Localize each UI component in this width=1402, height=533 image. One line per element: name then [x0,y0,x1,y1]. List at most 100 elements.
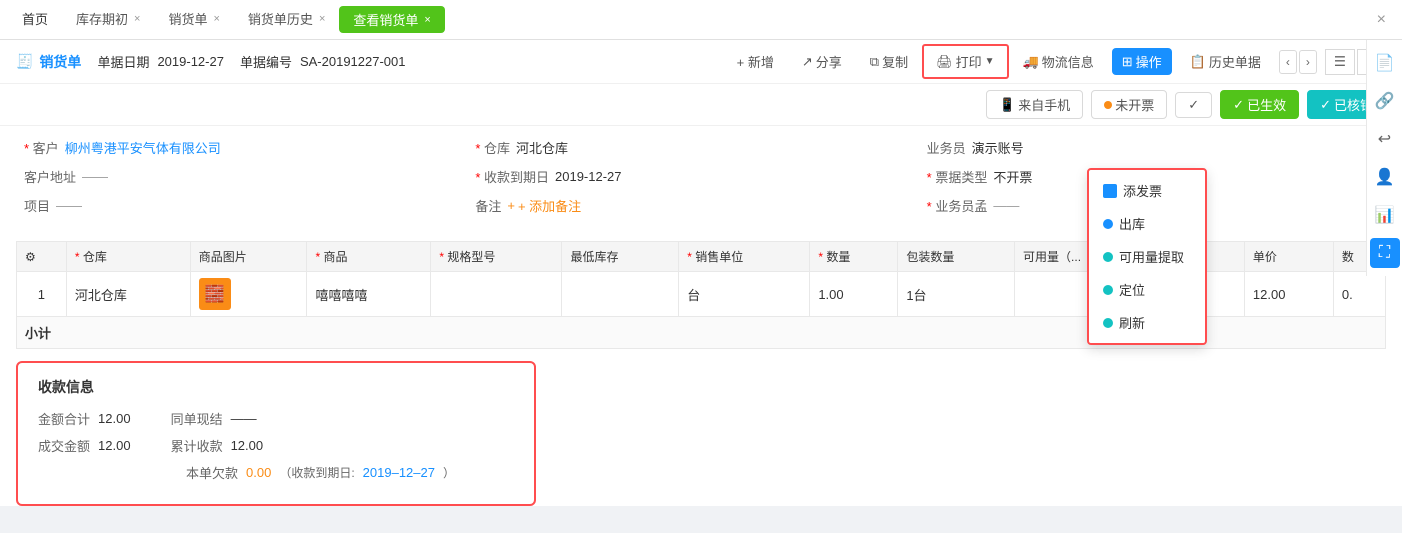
new-button[interactable]: + 新增 [727,48,784,75]
project-label: 项目 [24,196,50,215]
copy-label: 复制 [882,52,908,71]
tab-sales-order-close[interactable]: × [213,13,219,25]
payment-row-2: 成交金额 12.00 累计收款 12.00 [38,436,514,455]
address-value: —— [82,169,108,184]
dropdown-item-add-invoice[interactable]: 添发票 [1089,174,1205,207]
row-product-img: 🧱 [190,272,307,317]
customer-label: 客户 [24,138,59,157]
payment-section: 收款信息 金额合计 12.00 同单现结 —— 成交金额 12.00 累计收款 [16,361,536,506]
staff-label: 业务员 [927,138,966,157]
add-note-button[interactable]: + + 添加备注 [507,196,581,215]
dropdown-item-locate[interactable]: 定位 [1089,273,1205,306]
history-label: 历史单据 [1209,52,1261,71]
customer-value[interactable]: 柳州粤港平安气体有限公司 [65,138,221,157]
col-product: 商品 [307,242,431,272]
transaction-item: 成交金额 12.00 [38,436,131,455]
tab-home[interactable]: 首页 [8,0,62,40]
dropdown-item-available-extract[interactable]: 可用量提取 [1089,240,1205,273]
doc-date-section: 单据日期 2019-12-27 [97,52,224,71]
payment-title: 收款信息 [38,377,514,397]
truck-icon: 🚚 [1023,54,1039,70]
row-index: 1 [17,272,67,317]
address-label: 客户地址 [24,167,76,186]
confirm-button[interactable]: ✓ [1175,92,1212,118]
tab-view-sales-label: 查看销货单 [353,10,418,29]
warehouse-field: 仓库 河北仓库 [475,138,926,157]
row-spec [431,272,562,317]
available-extract-icon [1103,252,1113,262]
outbound-icon [1103,219,1113,229]
col-spec: 规格型号 [431,242,562,272]
col-product-img: 商品图片 [190,242,307,272]
current-due-value: 0.00 [246,465,271,480]
not-open-button[interactable]: 未开票 [1091,90,1167,119]
right-sidebar: 📄 🔗 ↩ 👤 📊 ⛶ [1366,40,1402,276]
print-button[interactable]: 🖨 打印 ▼ [926,48,1004,75]
doc-actions: + 新增 ↗ 分享 ⧉ 复制 🖨 打印 ▼ 🚚 [727,48,1386,75]
tab-sales-history-close[interactable]: × [319,13,325,25]
operate-button[interactable]: ⊞ 操作 [1112,48,1172,75]
transaction-label: 成交金额 [38,436,90,455]
row-min-stock [562,272,679,317]
list-view-btn[interactable]: ☰ [1325,49,1355,75]
page-wrapper: 首页 库存期初 × 销货单 × 销货单历史 × 查看销货单 × × 🧾 销货单 [0,0,1402,533]
not-open-dot [1104,101,1112,109]
print-dropdown-arrow: ▼ [985,56,995,67]
dropdown-item-outbound[interactable]: 出库 [1089,207,1205,240]
dropdown-menu: 添发票 出库 可用量提取 定位 刷新 [1087,168,1207,345]
tab-view-sales[interactable]: 查看销货单 × [339,6,444,33]
tab-view-sales-close[interactable]: × [424,14,430,26]
tab-sales-history[interactable]: 销货单历史 × [234,0,339,40]
nav-arrows: ‹ › [1279,50,1317,74]
check-icon: ✓ [1233,97,1244,113]
copy-button[interactable]: ⧉ 复制 [860,48,918,75]
share-button[interactable]: ↗ 分享 [792,48,852,75]
staff2-value: —— [993,198,1019,213]
tab-sales-order-label: 销货单 [168,9,207,28]
due-date-hint: （收款到期日: [279,464,354,481]
confirm-icon: ✓ [1188,97,1199,113]
history-button[interactable]: 📋 历史单据 [1180,48,1271,75]
not-open-label: 未开票 [1115,95,1154,114]
dropdown-item-refresh[interactable]: 刷新 [1089,306,1205,339]
refresh-icon [1103,318,1113,328]
effective-button[interactable]: ✓ 已生效 [1220,90,1299,119]
doc-date-label: 单据日期 [97,52,149,71]
from-phone-button[interactable]: 📱 来自手机 [986,90,1083,119]
sidebar-link-icon[interactable]: 🔗 [1370,86,1400,116]
col-settings: ⚙ [17,242,67,272]
sidebar-user-icon[interactable]: 👤 [1370,162,1400,192]
sidebar-expand-icon[interactable]: ⛶ [1370,238,1400,268]
cumulative-item: 累计收款 12.00 [171,436,264,455]
tab-sales-order[interactable]: 销货单 × [154,0,233,40]
staff-field: 业务员 演示账号 [927,138,1378,157]
payment-row-3: 本单欠款 0.00 （收款到期日: 2019–12–27 ） [38,463,514,482]
window-close[interactable]: × [1369,11,1394,28]
remark-field: 备注 + + 添加备注 [475,196,926,215]
col-quantity: 数量 [810,242,898,272]
payment-row-1: 金额合计 12.00 同单现结 —— [38,409,514,428]
invoice-type-label: 票据类型 [927,167,988,186]
cancel-icon: ✓ [1320,97,1331,113]
row-quantity: 1.00 [810,272,898,317]
sidebar-refresh-icon[interactable]: ↩ [1370,124,1400,154]
cumulative-value: 12.00 [231,438,264,453]
next-arrow[interactable]: › [1299,50,1317,74]
sidebar-chart-icon[interactable]: 📊 [1370,200,1400,230]
payment-date-label: 收款到期日 [475,167,549,186]
available-extract-label: 可用量提取 [1119,247,1184,266]
due-date-close-paren: ） [443,464,455,481]
current-due-label: 本单欠款 [186,463,238,482]
logistics-button[interactable]: 🚚 物流信息 [1013,48,1104,75]
tab-bar: 首页 库存期初 × 销货单 × 销货单历史 × 查看销货单 × × [0,0,1402,40]
grid-icon: ⊞ [1122,54,1133,70]
same-order-label: 同单现结 [171,409,223,428]
tab-stock-init[interactable]: 库存期初 × [62,0,154,40]
prev-arrow[interactable]: ‹ [1279,50,1297,74]
tab-stock-init-close[interactable]: × [134,13,140,25]
total-item: 金额合计 12.00 [38,409,131,428]
tab-home-label: 首页 [22,9,48,28]
product-image: 🧱 [199,278,231,310]
sidebar-doc-icon[interactable]: 📄 [1370,48,1400,78]
product-img-icon: 🧱 [205,284,225,304]
